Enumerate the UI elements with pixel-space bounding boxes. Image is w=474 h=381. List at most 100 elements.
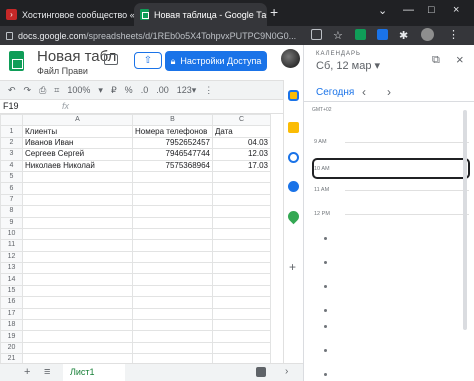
more-icon[interactable]: ⋮ [204, 85, 213, 96]
row-header[interactable]: 19 [0, 330, 23, 343]
user-avatar[interactable] [281, 49, 300, 68]
row-header[interactable]: 11 [0, 239, 23, 252]
table-cell[interactable] [212, 273, 271, 286]
row-header[interactable]: 2 [0, 136, 23, 150]
menu-icon[interactable]: ⋮ [448, 28, 459, 41]
table-cell[interactable]: 12.03 [212, 148, 271, 161]
keep-icon[interactable] [288, 122, 299, 133]
table-cell[interactable] [212, 170, 271, 184]
table-cell[interactable]: Сергеев Сергей [22, 148, 133, 161]
table-cell[interactable] [22, 273, 133, 286]
row-header[interactable]: 5 [0, 170, 23, 184]
table-cell[interactable] [132, 193, 213, 207]
sheets-logo-icon[interactable] [9, 51, 24, 71]
row-header[interactable]: 1 [0, 125, 23, 138]
close-icon[interactable]: × [456, 52, 464, 67]
name-box[interactable]: F19 [3, 101, 19, 111]
table-cell[interactable] [132, 239, 213, 252]
sheet-tab[interactable]: Лист1 [63, 364, 125, 381]
table-cell[interactable] [132, 341, 213, 355]
table-cell[interactable] [22, 296, 133, 309]
table-cell[interactable] [22, 205, 133, 218]
table-cell[interactable] [22, 250, 133, 264]
share-page-icon[interactable] [311, 29, 322, 40]
open-in-new-icon[interactable]: ⧉ [432, 54, 440, 67]
next-day-icon[interactable]: › [387, 85, 391, 99]
table-cell[interactable] [212, 216, 271, 229]
maximize-button[interactable]: □ [428, 4, 435, 16]
puzzle-icon[interactable]: ✱ [399, 29, 408, 42]
profile-avatar[interactable] [421, 28, 434, 41]
table-cell[interactable]: 04.03 [212, 136, 271, 150]
extension-icon[interactable] [377, 29, 388, 40]
row-header[interactable]: 8 [0, 205, 23, 218]
table-cell[interactable] [132, 319, 213, 332]
today-button[interactable]: Сегодня [316, 87, 354, 98]
table-cell[interactable] [212, 250, 271, 264]
table-cell[interactable] [212, 205, 271, 218]
table-cell[interactable] [212, 182, 271, 195]
table-cell[interactable] [22, 170, 133, 184]
add-sheet-button[interactable]: + [24, 366, 30, 378]
table-cell[interactable] [22, 262, 133, 275]
table-cell[interactable] [212, 341, 271, 355]
row-header[interactable]: 4 [0, 159, 23, 172]
column-header[interactable]: C [212, 114, 271, 127]
table-cell[interactable] [22, 330, 133, 343]
browser-tab-hosting[interactable]: › Хостинговое сообщество «Тим × [0, 3, 134, 26]
table-cell[interactable]: Клиенты [22, 125, 133, 138]
table-cell[interactable]: Иванов Иван [22, 136, 133, 150]
table-cell[interactable] [132, 307, 213, 321]
table-cell[interactable] [212, 239, 271, 252]
table-cell[interactable]: Номера телефонов [132, 125, 213, 138]
table-cell[interactable]: 17.03 [212, 159, 271, 172]
table-cell[interactable] [212, 227, 271, 241]
table-cell[interactable] [132, 227, 213, 241]
table-cell[interactable]: Дата [212, 125, 271, 138]
percent-icon[interactable]: % [125, 85, 133, 95]
explore-icon[interactable] [256, 367, 266, 377]
row-header[interactable]: 6 [0, 182, 23, 195]
row-header[interactable]: 13 [0, 262, 23, 275]
row-header[interactable]: 9 [0, 216, 23, 229]
table-cell[interactable]: 7575368964 [132, 159, 213, 172]
table-cell[interactable] [132, 250, 213, 264]
address-bar[interactable]: docs.google.com/spreadsheets/d/1REb0o5X4… [0, 26, 303, 45]
column-header[interactable]: B [132, 114, 213, 127]
table-cell[interactable] [212, 307, 271, 321]
row-header[interactable]: 18 [0, 319, 23, 332]
calendar-scrollbar[interactable] [463, 110, 467, 330]
contacts-icon[interactable] [288, 181, 299, 192]
table-cell[interactable] [22, 227, 133, 241]
calendar-date-picker[interactable]: Сб, 12 мар ▾ [316, 59, 380, 72]
table-cell[interactable] [22, 319, 133, 332]
present-button[interactable]: ⇧ [134, 52, 162, 69]
table-cell[interactable] [212, 319, 271, 332]
row-header[interactable]: 7 [0, 193, 23, 207]
print-icon[interactable]: ⎙ [39, 85, 46, 96]
table-cell[interactable] [132, 216, 213, 229]
redo-icon[interactable]: ↷ [24, 85, 32, 96]
currency-icon[interactable]: ₽ [111, 85, 117, 96]
table-cell[interactable]: 7952652457 [132, 136, 213, 150]
all-sheets-button[interactable]: ≡ [44, 366, 50, 378]
menu-bar[interactable]: Файл Прави [37, 66, 88, 76]
extension-sheets-icon[interactable] [355, 29, 366, 40]
table-cell[interactable] [212, 296, 271, 309]
chevron-down-icon[interactable]: ▾ [98, 85, 103, 96]
zoom-select[interactable]: 100% [67, 85, 90, 95]
increase-decimal-button[interactable]: .00 [156, 85, 169, 95]
format-select[interactable]: 123▾ [177, 85, 197, 96]
table-cell[interactable] [132, 182, 213, 195]
table-cell[interactable] [132, 296, 213, 309]
add-addon-icon[interactable]: + [289, 260, 296, 274]
table-cell[interactable] [212, 193, 271, 207]
browser-tab-sheets[interactable]: Новая таблица - Google Табли × [134, 3, 267, 26]
table-cell[interactable] [132, 284, 213, 298]
tab-search-icon[interactable]: ⌄ [378, 4, 387, 17]
table-cell[interactable] [22, 307, 133, 321]
table-cell[interactable] [22, 341, 133, 355]
row-header[interactable]: 3 [0, 148, 23, 161]
maps-icon[interactable] [285, 208, 302, 225]
row-header[interactable]: 10 [0, 227, 23, 241]
